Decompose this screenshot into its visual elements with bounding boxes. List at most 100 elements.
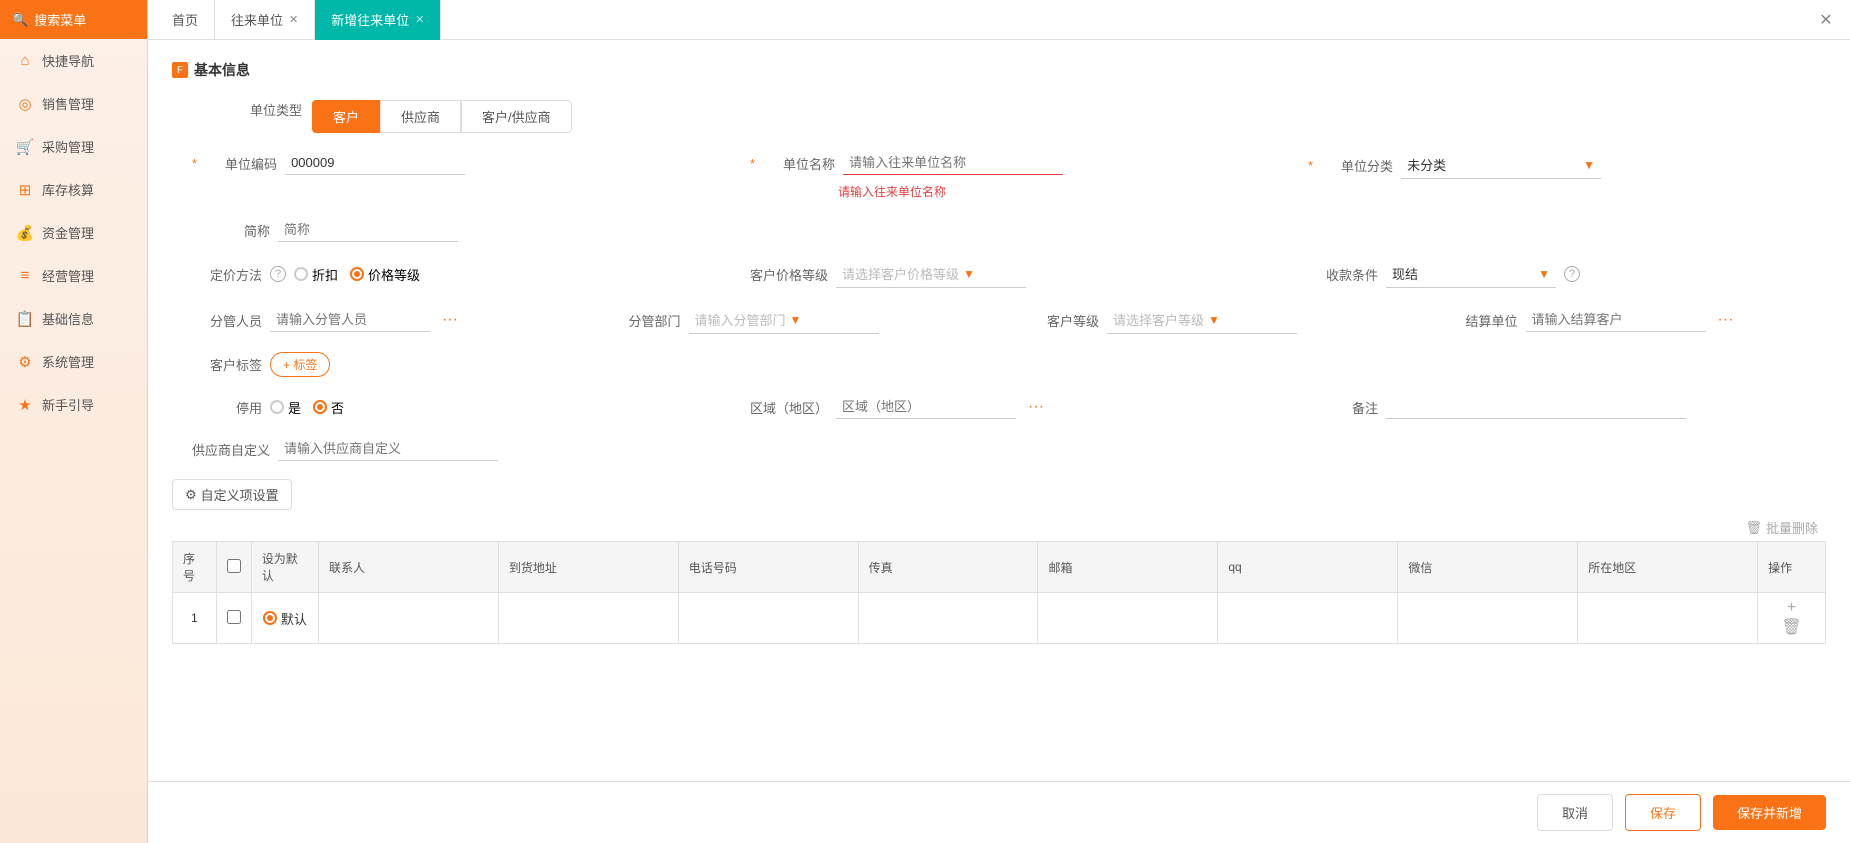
manager-dots-btn[interactable]: ··· <box>438 311 462 329</box>
remark-input[interactable] <box>1386 395 1686 419</box>
customer-level-select[interactable]: 请选择客户等级 ▼ <box>1107 306 1297 334</box>
department-label: 分管部门 <box>611 311 681 330</box>
department-placeholder: 请输入分管部门 <box>695 310 786 329</box>
btn-both[interactable]: 客户/供应商 <box>461 100 572 133</box>
batch-delete-icon: 🗑 <box>1745 520 1762 536</box>
sidebar-item-quick-nav[interactable]: ⌂ 快捷导航 <box>0 39 147 82</box>
pricing-radio-group: 折扣 价格等级 <box>294 265 420 284</box>
department-chevron: ▼ <box>790 313 802 327</box>
unit-name-input[interactable] <box>843 151 1063 175</box>
batch-delete-label: 批量删除 <box>1766 518 1818 537</box>
customer-price-level-group: 客户价格等级 请选择客户价格等级 ▼ <box>750 260 1268 288</box>
supplier-custom-input[interactable] <box>278 437 498 461</box>
btn-customer[interactable]: 客户 <box>312 100 380 133</box>
unit-code-group: * 单位编码 <box>192 151 710 175</box>
payment-terms-select[interactable]: 现结 ▼ <box>1386 260 1556 288</box>
col-seq: 序号 <box>173 542 217 593</box>
save-add-button[interactable]: 保存并新增 <box>1713 795 1826 830</box>
department-select[interactable]: 请输入分管部门 ▼ <box>689 306 879 334</box>
custom-settings-button[interactable]: ⚙ 自定义项设置 <box>172 479 292 510</box>
customer-price-level-placeholder: 请选择客户价格等级 <box>842 264 959 283</box>
tab-new-partner[interactable]: 新增往来单位 ✕ <box>315 0 441 40</box>
tab-partners-close[interactable]: ✕ <box>289 13 298 26</box>
row-add-button[interactable]: + <box>1783 599 1800 617</box>
tab-partners[interactable]: 往来单位 ✕ <box>215 0 315 40</box>
settlement-unit-group: 结算单位 ··· <box>1448 308 1827 332</box>
radio-discount-circle <box>294 267 308 281</box>
sidebar-item-sales[interactable]: ◎ 销售管理 <box>0 82 147 125</box>
row-email-input[interactable] <box>1048 611 1207 626</box>
radio-discount-label: 折扣 <box>312 265 338 284</box>
section-icon: F <box>172 62 188 78</box>
settlement-unit-dots-btn[interactable]: ··· <box>1714 311 1738 329</box>
row-qq-input[interactable] <box>1228 611 1387 626</box>
unit-code-input[interactable] <box>285 151 465 175</box>
sidebar-item-purchase[interactable]: 🛒 采购管理 <box>0 125 147 168</box>
btn-supplier[interactable]: 供应商 <box>380 100 461 133</box>
search-menu-button[interactable]: 🔍 搜索菜单 <box>0 0 147 39</box>
row-phone-input[interactable] <box>689 611 848 626</box>
row-default-radio[interactable]: 默认 <box>262 609 308 628</box>
remark-label: 备注 <box>1308 398 1378 417</box>
row-region[interactable] <box>1578 593 1758 644</box>
sidebar-item-finance[interactable]: 💰 资金管理 <box>0 211 147 254</box>
short-name-input[interactable] <box>278 218 458 242</box>
row-contact-input[interactable] <box>329 611 488 626</box>
sidebar-item-operations[interactable]: ≡ 经营管理 <box>0 254 147 297</box>
radio-disabled-yes[interactable]: 是 <box>270 398 301 417</box>
form-footer: 取消 保存 保存并新增 <box>148 781 1850 843</box>
settlement-unit-input[interactable] <box>1526 308 1706 332</box>
pricing-row: 定价方法 ? 折扣 价格等级 客户价格等级 请选择客户价格等级 <box>192 260 1826 288</box>
add-tag-button[interactable]: + 标签 <box>270 352 330 377</box>
row-email[interactable] <box>1038 593 1218 644</box>
table-row: 1 默认 <box>173 593 1826 644</box>
sidebar-label-operations: 经营管理 <box>42 266 94 285</box>
row-wechat[interactable] <box>1398 593 1578 644</box>
tab-new-partner-label: 新增往来单位 <box>331 10 409 29</box>
row-checkbox[interactable] <box>227 610 241 624</box>
radio-price-level-circle <box>350 267 364 281</box>
tab-home[interactable]: 首页 <box>156 0 215 40</box>
row-wechat-input[interactable] <box>1408 611 1567 626</box>
customer-price-level-select[interactable]: 请选择客户价格等级 ▼ <box>836 260 1026 288</box>
row-phone[interactable] <box>678 593 858 644</box>
sidebar-item-inventory[interactable]: ⊞ 库存核算 <box>0 168 147 211</box>
radio-discount[interactable]: 折扣 <box>294 265 338 284</box>
row-contact[interactable] <box>318 593 498 644</box>
unit-category-chevron: ▼ <box>1583 158 1595 172</box>
customer-level-label: 客户等级 <box>1029 311 1099 330</box>
radio-disabled-no[interactable]: 否 <box>313 398 344 417</box>
pricing-help-icon[interactable]: ? <box>270 266 286 282</box>
disabled-row: 停用 是 否 区域（地区） ··· 备注 <box>192 395 1826 419</box>
sidebar-label-basics: 基础信息 <box>42 309 94 328</box>
table-select-all[interactable] <box>227 559 241 573</box>
window-close-button[interactable]: ✕ <box>1810 4 1842 36</box>
sidebar-item-basics[interactable]: 📋 基础信息 <box>0 297 147 340</box>
unit-category-value: 未分类 <box>1407 155 1579 174</box>
col-action: 操作 <box>1758 542 1826 593</box>
row-fax[interactable] <box>858 593 1038 644</box>
row-address-input[interactable] <box>509 611 668 626</box>
row-fax-input[interactable] <box>869 611 1028 626</box>
row-qq[interactable] <box>1218 593 1398 644</box>
unit-category-select[interactable]: 未分类 ▼ <box>1401 151 1601 179</box>
row-region-input[interactable] <box>1588 611 1747 626</box>
radio-price-level[interactable]: 价格等级 <box>350 265 420 284</box>
payment-terms-value: 现结 <box>1392 264 1534 283</box>
region-input[interactable] <box>836 395 1016 419</box>
unit-category-label: 单位分类 <box>1323 156 1393 175</box>
row-delete-button[interactable]: 🗑 <box>1777 617 1805 637</box>
department-group: 分管部门 请输入分管部门 ▼ <box>611 306 990 334</box>
tab-new-partner-close[interactable]: ✕ <box>415 13 424 26</box>
payment-terms-help-icon[interactable]: ? <box>1564 266 1580 282</box>
region-dots-btn[interactable]: ··· <box>1024 398 1048 416</box>
cancel-button[interactable]: 取消 <box>1537 794 1613 831</box>
save-button[interactable]: 保存 <box>1625 794 1701 831</box>
custom-settings-label: 自定义项设置 <box>201 485 279 504</box>
customer-tag-label: 客户标签 <box>192 355 262 374</box>
sidebar-item-guide[interactable]: ★ 新手引导 <box>0 383 147 426</box>
row-address[interactable] <box>498 593 678 644</box>
manager-input[interactable] <box>270 308 430 332</box>
sidebar-item-system[interactable]: ⚙ 系统管理 <box>0 340 147 383</box>
batch-delete-button[interactable]: 🗑 批量删除 <box>1745 518 1818 537</box>
